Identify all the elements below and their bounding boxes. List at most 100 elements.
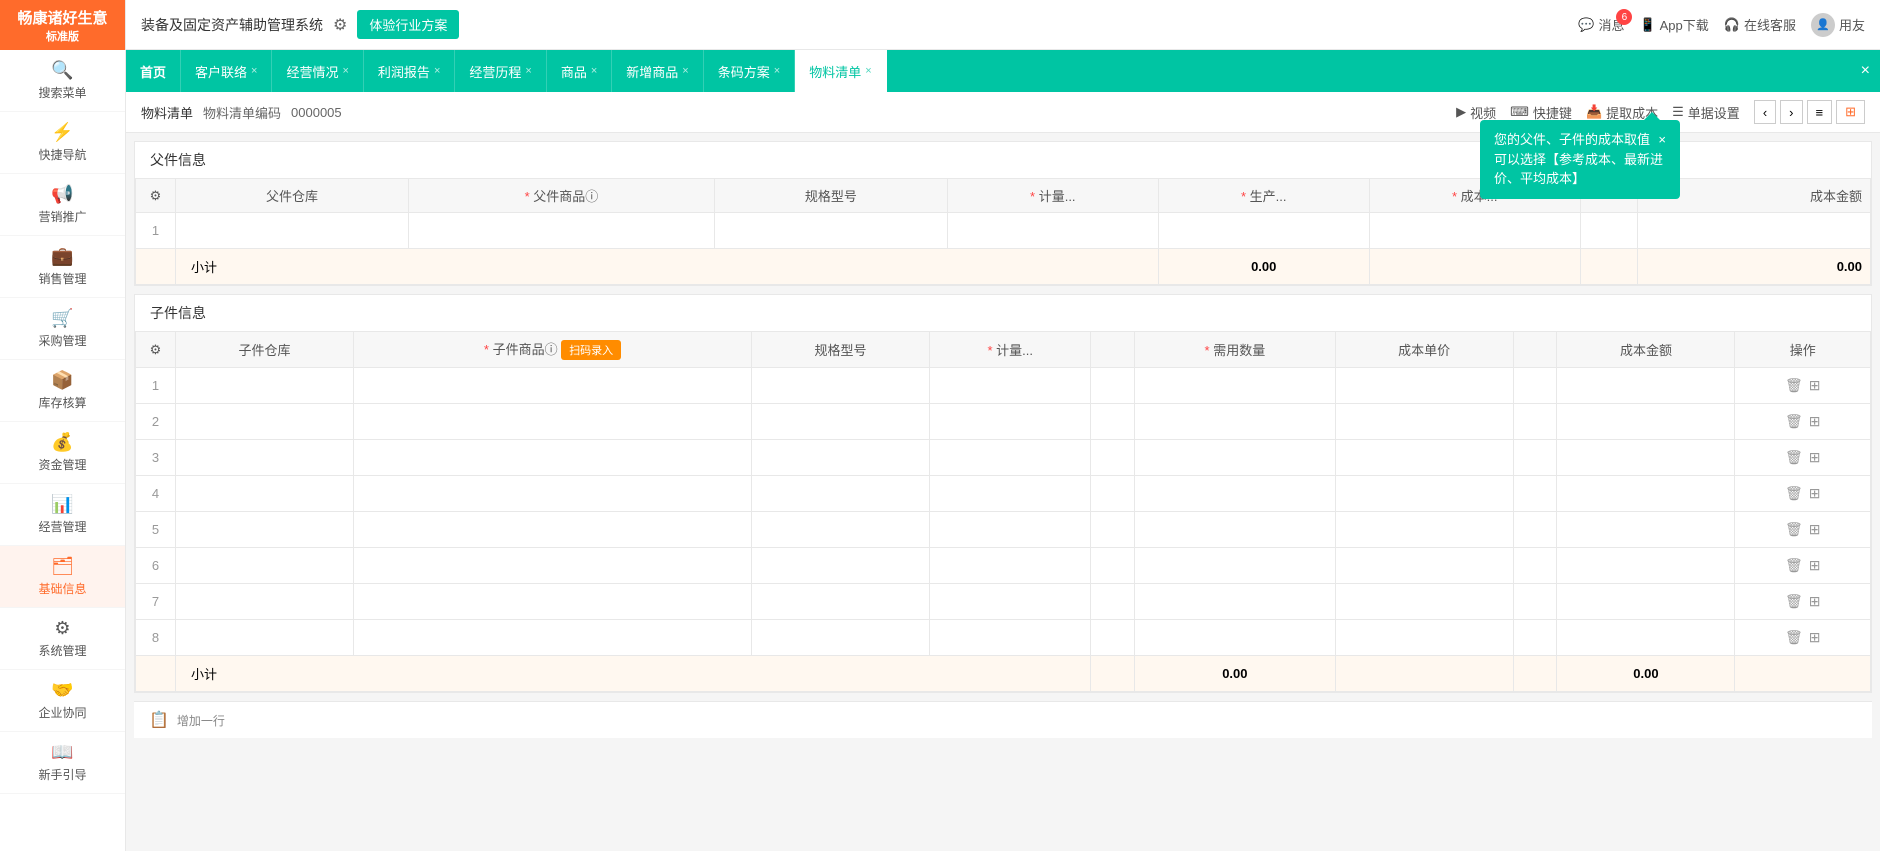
trial-button[interactable]: 体验行业方案 — [357, 10, 459, 39]
parent-row-1-spec[interactable] — [714, 213, 947, 249]
nav-tab-3[interactable]: 利润报告× — [364, 50, 455, 92]
nav-tab-close-2[interactable]: × — [342, 65, 348, 77]
child-row-3-qty[interactable] — [1135, 440, 1335, 476]
child-row-8-product[interactable] — [354, 620, 752, 656]
child-row-3-product[interactable] — [354, 440, 752, 476]
child-row-2-unit-cost[interactable] — [1335, 404, 1513, 440]
sidebar-item-inventory[interactable]: 📦 库存核算 — [0, 360, 125, 422]
form-view-btn[interactable]: ⊞ — [1836, 100, 1865, 124]
parent-row-1-produce[interactable] — [1158, 213, 1369, 249]
child-row-6-unit[interactable] — [930, 548, 1091, 584]
copy-icon-5[interactable]: ⊞ — [1809, 521, 1821, 538]
child-row-6-warehouse[interactable] — [176, 548, 354, 584]
parent-row-1-cost[interactable] — [1369, 213, 1580, 249]
nav-tab-6[interactable]: 新增商品× — [612, 50, 703, 92]
child-row-3-unit[interactable] — [930, 440, 1091, 476]
child-row-7-spec[interactable] — [752, 584, 930, 620]
nav-tab-close-3[interactable]: × — [434, 65, 440, 77]
nav-tab-5[interactable]: 商品× — [547, 50, 612, 92]
child-row-6-unit-cost[interactable] — [1335, 548, 1513, 584]
child-row-5-warehouse[interactable] — [176, 512, 354, 548]
delete-icon-6[interactable]: 🗑 — [1785, 557, 1803, 574]
sidebar-item-system[interactable]: ⚙ 系统管理 — [0, 608, 125, 670]
delete-icon-7[interactable]: 🗑 — [1785, 593, 1803, 610]
child-row-8-warehouse[interactable] — [176, 620, 354, 656]
child-row-4-warehouse[interactable] — [176, 476, 354, 512]
user-item[interactable]: 👤 用友 — [1811, 13, 1865, 37]
child-row-2-warehouse[interactable] — [176, 404, 354, 440]
add-row-icon[interactable]: 📋 — [149, 710, 169, 730]
copy-icon-3[interactable]: ⊞ — [1809, 449, 1821, 466]
online-service-item[interactable]: 🎧 在线客服 — [1724, 15, 1796, 34]
child-row-7-qty[interactable] — [1135, 584, 1335, 620]
copy-icon-7[interactable]: ⊞ — [1809, 593, 1821, 610]
delete-icon-8[interactable]: 🗑 — [1785, 629, 1803, 646]
nav-tab-1[interactable]: 客户联络× — [181, 50, 272, 92]
child-row-2-qty[interactable] — [1135, 404, 1335, 440]
sidebar-item-guide[interactable]: 📖 新手引导 — [0, 732, 125, 794]
parent-row-1-warehouse[interactable] — [176, 213, 409, 249]
view-video-btn[interactable]: ▶ 视频 — [1456, 103, 1496, 122]
nav-tab-close-4[interactable]: × — [525, 65, 531, 77]
child-row-6-product[interactable] — [354, 548, 752, 584]
child-row-1-unit[interactable] — [930, 368, 1091, 404]
child-row-7-unit-cost[interactable] — [1335, 584, 1513, 620]
shortcut-btn[interactable]: ⌨ 快捷键 — [1510, 103, 1572, 122]
sidebar-item-purchase[interactable]: 🛒 采购管理 — [0, 298, 125, 360]
delete-icon-4[interactable]: 🗑 — [1785, 485, 1803, 502]
nav-tab-7[interactable]: 条码方案× — [704, 50, 795, 92]
child-row-2-product[interactable] — [354, 404, 752, 440]
child-row-7-product[interactable] — [354, 584, 752, 620]
app-download-item[interactable]: 📱 App下载 — [1639, 15, 1708, 34]
child-row-5-unit[interactable] — [930, 512, 1091, 548]
delete-icon-1[interactable]: 🗑 — [1785, 377, 1803, 394]
child-row-1-qty[interactable] — [1135, 368, 1335, 404]
copy-icon-1[interactable]: ⊞ — [1809, 377, 1821, 394]
nav-tab-4[interactable]: 经营历程× — [455, 50, 546, 92]
single-settings-btn[interactable]: ☰ 单据设置 — [1672, 103, 1740, 122]
parent-row-1-unit[interactable] — [947, 213, 1158, 249]
parent-col-settings[interactable]: ⚙ — [136, 179, 176, 213]
child-row-5-product[interactable] — [354, 512, 752, 548]
nav-tab-0[interactable]: 首页 — [126, 50, 181, 92]
child-row-4-unit[interactable] — [930, 476, 1091, 512]
sidebar-item-quick-nav[interactable]: ⚡ 快捷导航 — [0, 112, 125, 174]
copy-icon-4[interactable]: ⊞ — [1809, 485, 1821, 502]
child-row-2-spec[interactable] — [752, 404, 930, 440]
sidebar-item-search[interactable]: 🔍 搜索菜单 — [0, 50, 125, 112]
sidebar-item-operations[interactable]: 📊 经营管理 — [0, 484, 125, 546]
copy-icon-8[interactable]: ⊞ — [1809, 629, 1821, 646]
nav-tab-close-1[interactable]: × — [251, 65, 257, 77]
nav-right-btn[interactable]: › — [1780, 100, 1802, 124]
child-row-3-unit-cost[interactable] — [1335, 440, 1513, 476]
nav-tab-8[interactable]: 物料清单× — [795, 50, 886, 92]
child-row-6-qty[interactable] — [1135, 548, 1335, 584]
nav-tab-2[interactable]: 经营情况× — [272, 50, 363, 92]
delete-icon-2[interactable]: 🗑 — [1785, 413, 1803, 430]
nav-tab-close-8[interactable]: × — [865, 65, 871, 77]
sidebar-item-sales[interactable]: 💼 销售管理 — [0, 236, 125, 298]
child-row-5-spec[interactable] — [752, 512, 930, 548]
close-all-tabs-btn[interactable]: × — [1851, 62, 1880, 80]
nav-tab-close-5[interactable]: × — [591, 65, 597, 77]
delete-icon-3[interactable]: 🗑 — [1785, 449, 1803, 466]
child-row-4-qty[interactable] — [1135, 476, 1335, 512]
child-row-4-product[interactable] — [354, 476, 752, 512]
child-row-3-spec[interactable] — [752, 440, 930, 476]
child-row-1-product[interactable] — [354, 368, 752, 404]
child-row-1-spec[interactable] — [752, 368, 930, 404]
child-row-1-warehouse[interactable] — [176, 368, 354, 404]
child-col-settings[interactable]: ⚙ — [136, 332, 176, 368]
nav-tab-close-6[interactable]: × — [682, 65, 688, 77]
child-row-4-unit-cost[interactable] — [1335, 476, 1513, 512]
child-row-3-warehouse[interactable] — [176, 440, 354, 476]
child-row-8-qty[interactable] — [1135, 620, 1335, 656]
tooltip-close[interactable]: × — [1658, 130, 1666, 150]
child-row-2-unit[interactable] — [930, 404, 1091, 440]
child-row-8-unit[interactable] — [930, 620, 1091, 656]
delete-icon-5[interactable]: 🗑 — [1785, 521, 1803, 538]
sidebar-item-marketing[interactable]: 📢 营销推广 — [0, 174, 125, 236]
sidebar-item-finance[interactable]: 💰 资金管理 — [0, 422, 125, 484]
child-row-7-warehouse[interactable] — [176, 584, 354, 620]
child-row-1-unit-cost[interactable] — [1335, 368, 1513, 404]
